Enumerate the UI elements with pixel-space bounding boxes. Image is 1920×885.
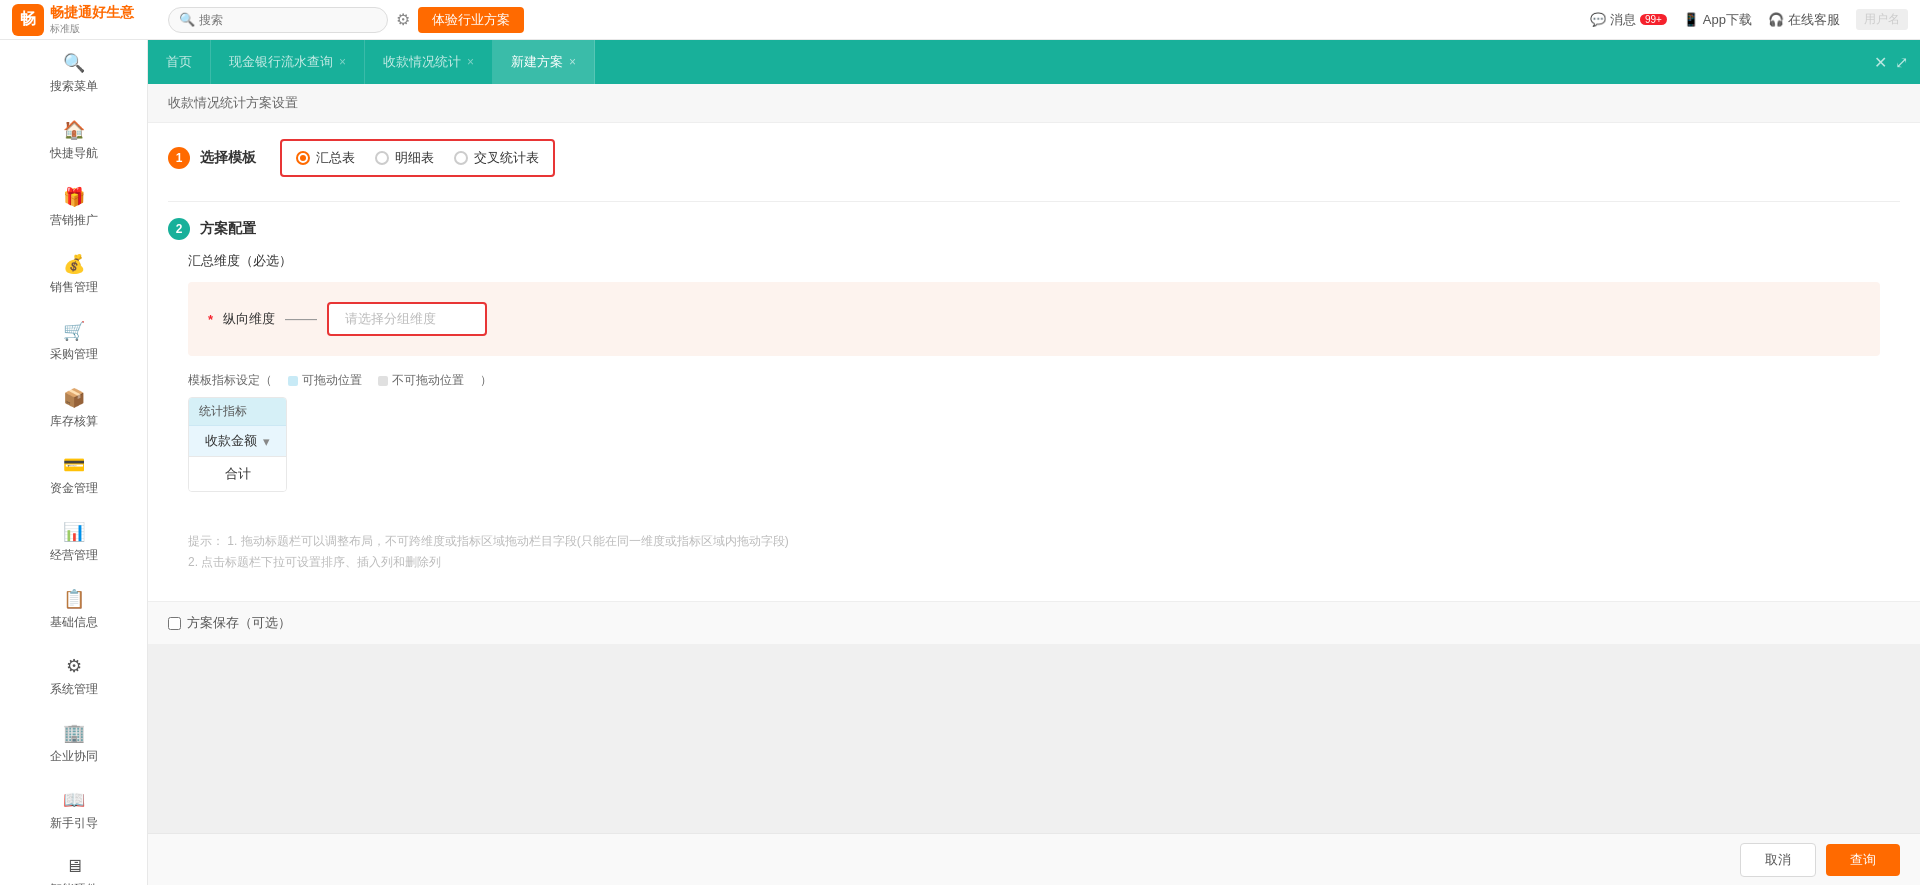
step1-section: 1 选择模板 汇总表 明细表 bbox=[148, 123, 1920, 201]
save-option-row: 方案保存（可选） bbox=[148, 601, 1920, 644]
logo-area: 畅 畅捷通好生意 标准版 bbox=[12, 4, 160, 36]
metrics-table: 统计指标 收款金额 ▾ 合计 bbox=[188, 397, 287, 492]
message-action[interactable]: 💬 消息 99+ bbox=[1590, 11, 1667, 29]
tips-section: 提示： 1. 拖动标题栏可以调整布局，不可跨维度或指标区域拖动栏目字段(只能在同… bbox=[168, 523, 1900, 585]
cancel-button[interactable]: 取消 bbox=[1740, 843, 1816, 877]
sales-icon: 💰 bbox=[63, 253, 85, 275]
settings-icon: ⚙ bbox=[66, 655, 82, 677]
close-bank-flow-icon[interactable]: × bbox=[339, 55, 346, 69]
tab-new-plan[interactable]: 新建方案 × bbox=[493, 40, 595, 84]
tab-collection-stat[interactable]: 收款情况统计 × bbox=[365, 40, 493, 84]
search-bar[interactable]: 🔍 bbox=[168, 7, 388, 33]
metrics-total-cell: 合计 bbox=[189, 457, 286, 491]
download-icon: 📱 bbox=[1683, 12, 1699, 27]
message-badge: 99+ bbox=[1640, 14, 1667, 25]
radio-summary-dot bbox=[296, 151, 310, 165]
radio-detail-dot bbox=[375, 151, 389, 165]
cart-icon: 🛒 bbox=[63, 320, 85, 342]
monitor-icon: 🖥 bbox=[65, 856, 83, 877]
sidebar-item-enterprise[interactable]: 🏢 企业协同 bbox=[0, 710, 147, 777]
logo-text: 畅捷通好生意 bbox=[50, 4, 134, 22]
top-bar: 畅 畅捷通好生意 标准版 🔍 ⚙ 体验行业方案 💬 消息 99+ 📱 App下载… bbox=[0, 0, 1920, 40]
book-icon: 📖 bbox=[63, 789, 85, 811]
fixed-legend-dot bbox=[378, 376, 388, 386]
step2-label: 方案配置 bbox=[200, 220, 256, 238]
sidebar-item-system[interactable]: ⚙ 系统管理 bbox=[0, 643, 147, 710]
search-input[interactable] bbox=[199, 13, 377, 27]
sidebar-item-quick-nav[interactable]: 🏠 快捷导航 bbox=[0, 107, 147, 174]
sidebar-item-operation[interactable]: 📊 经营管理 bbox=[0, 509, 147, 576]
message-icon: 💬 bbox=[1590, 12, 1606, 27]
query-button[interactable]: 查询 bbox=[1826, 844, 1900, 876]
tab-control-btns: ✕ ⤢ bbox=[1862, 53, 1920, 72]
template-radio-group: 汇总表 明细表 交叉统计表 bbox=[280, 139, 555, 177]
save-option-checkbox[interactable] bbox=[168, 617, 181, 630]
metrics-title: 模板指标设定（ bbox=[188, 372, 272, 389]
config-section: 汇总维度（必选） * 纵向维度 —— 请选择分组维度 bbox=[168, 252, 1900, 523]
radio-cross-dot bbox=[454, 151, 468, 165]
dimension-title: 汇总维度（必选） bbox=[188, 252, 1880, 270]
dimension-area: * 纵向维度 —— 请选择分组维度 bbox=[188, 282, 1880, 356]
metrics-legend: 模板指标设定（ 可拖动位置 不可拖动位置 ） bbox=[188, 372, 1880, 389]
gear-icon[interactable]: ⚙ bbox=[396, 10, 410, 29]
arrow: —— bbox=[285, 310, 317, 328]
metrics-dropdown-icon[interactable]: ▾ bbox=[263, 434, 270, 449]
close-window-icon[interactable]: ✕ bbox=[1874, 53, 1887, 72]
metrics-header-label: 统计指标 bbox=[189, 398, 286, 426]
dim-input[interactable]: 请选择分组维度 bbox=[327, 302, 487, 336]
home-icon: 🏠 bbox=[63, 119, 85, 141]
step2-num: 2 bbox=[168, 218, 190, 240]
app-download-action[interactable]: 📱 App下载 bbox=[1683, 11, 1752, 29]
clipboard-icon: 📋 bbox=[63, 588, 85, 610]
sidebar-item-marketing[interactable]: 🎁 营销推广 bbox=[0, 174, 147, 241]
close-new-plan-icon[interactable]: × bbox=[569, 55, 576, 69]
online-service-action[interactable]: 🎧 在线客服 bbox=[1768, 11, 1840, 29]
building-icon: 🏢 bbox=[63, 722, 85, 744]
step2-section: 2 方案配置 汇总维度（必选） * 纵向维度 —— 请选择分组维度 bbox=[148, 202, 1920, 601]
sidebar: 🔍 搜索菜单 🏠 快捷导航 🎁 营销推广 💰 销售管理 🛒 采购管理 📦 库存核… bbox=[0, 40, 148, 885]
required-star: * bbox=[208, 312, 213, 327]
tab-bar: 首页 现金银行流水查询 × 收款情况统计 × 新建方案 × ✕ ⤢ bbox=[148, 40, 1920, 84]
tab-home[interactable]: 首页 bbox=[148, 40, 211, 84]
sidebar-item-sales[interactable]: 💰 销售管理 bbox=[0, 241, 147, 308]
tab-bank-flow[interactable]: 现金银行流水查询 × bbox=[211, 40, 365, 84]
sidebar-item-newbie[interactable]: 📖 新手引导 bbox=[0, 777, 147, 844]
gift-icon: 🎁 bbox=[63, 186, 85, 208]
sidebar-item-purchase[interactable]: 🛒 采购管理 bbox=[0, 308, 147, 375]
chart-icon: 📊 bbox=[63, 521, 85, 543]
maximize-icon[interactable]: ⤢ bbox=[1895, 53, 1908, 72]
radio-cross[interactable]: 交叉统计表 bbox=[454, 149, 539, 167]
search-icon: 🔍 bbox=[179, 12, 195, 27]
search-menu-icon: 🔍 bbox=[63, 52, 85, 74]
sidebar-item-hardware[interactable]: 🖥 智能硬件 bbox=[0, 844, 147, 885]
radio-detail[interactable]: 明细表 bbox=[375, 149, 434, 167]
sidebar-item-search[interactable]: 🔍 搜索菜单 bbox=[0, 40, 147, 107]
sidebar-item-inventory[interactable]: 📦 库存核算 bbox=[0, 375, 147, 442]
logo-badge: 标准版 bbox=[50, 22, 134, 36]
trial-button[interactable]: 体验行业方案 bbox=[418, 7, 524, 33]
box-icon: 📦 bbox=[63, 387, 85, 409]
vertical-dim-label: 纵向维度 bbox=[223, 310, 275, 328]
radio-summary[interactable]: 汇总表 bbox=[296, 149, 355, 167]
metrics-section: 模板指标设定（ 可拖动位置 不可拖动位置 ） bbox=[188, 372, 1880, 495]
draggable-legend-dot bbox=[288, 376, 298, 386]
close-collection-stat-icon[interactable]: × bbox=[467, 55, 474, 69]
bottom-bar: 取消 查询 bbox=[148, 833, 1920, 885]
breadcrumb: 收款情况统计方案设置 bbox=[148, 84, 1920, 123]
step1-label: 选择模板 bbox=[200, 149, 256, 167]
logo-icon: 畅 bbox=[12, 4, 44, 36]
user-info: 用户名 bbox=[1856, 9, 1908, 30]
metrics-col-header[interactable]: 收款金额 ▾ bbox=[189, 426, 286, 457]
step1-num: 1 bbox=[168, 147, 190, 169]
sidebar-item-basic[interactable]: 📋 基础信息 bbox=[0, 576, 147, 643]
sidebar-item-finance[interactable]: 💳 资金管理 bbox=[0, 442, 147, 509]
page-content: 收款情况统计方案设置 1 选择模板 汇总表 bbox=[148, 84, 1920, 833]
card-icon: 💳 bbox=[63, 454, 85, 476]
service-icon: 🎧 bbox=[1768, 12, 1784, 27]
top-bar-actions: 💬 消息 99+ 📱 App下载 🎧 在线客服 用户名 bbox=[1590, 9, 1908, 30]
